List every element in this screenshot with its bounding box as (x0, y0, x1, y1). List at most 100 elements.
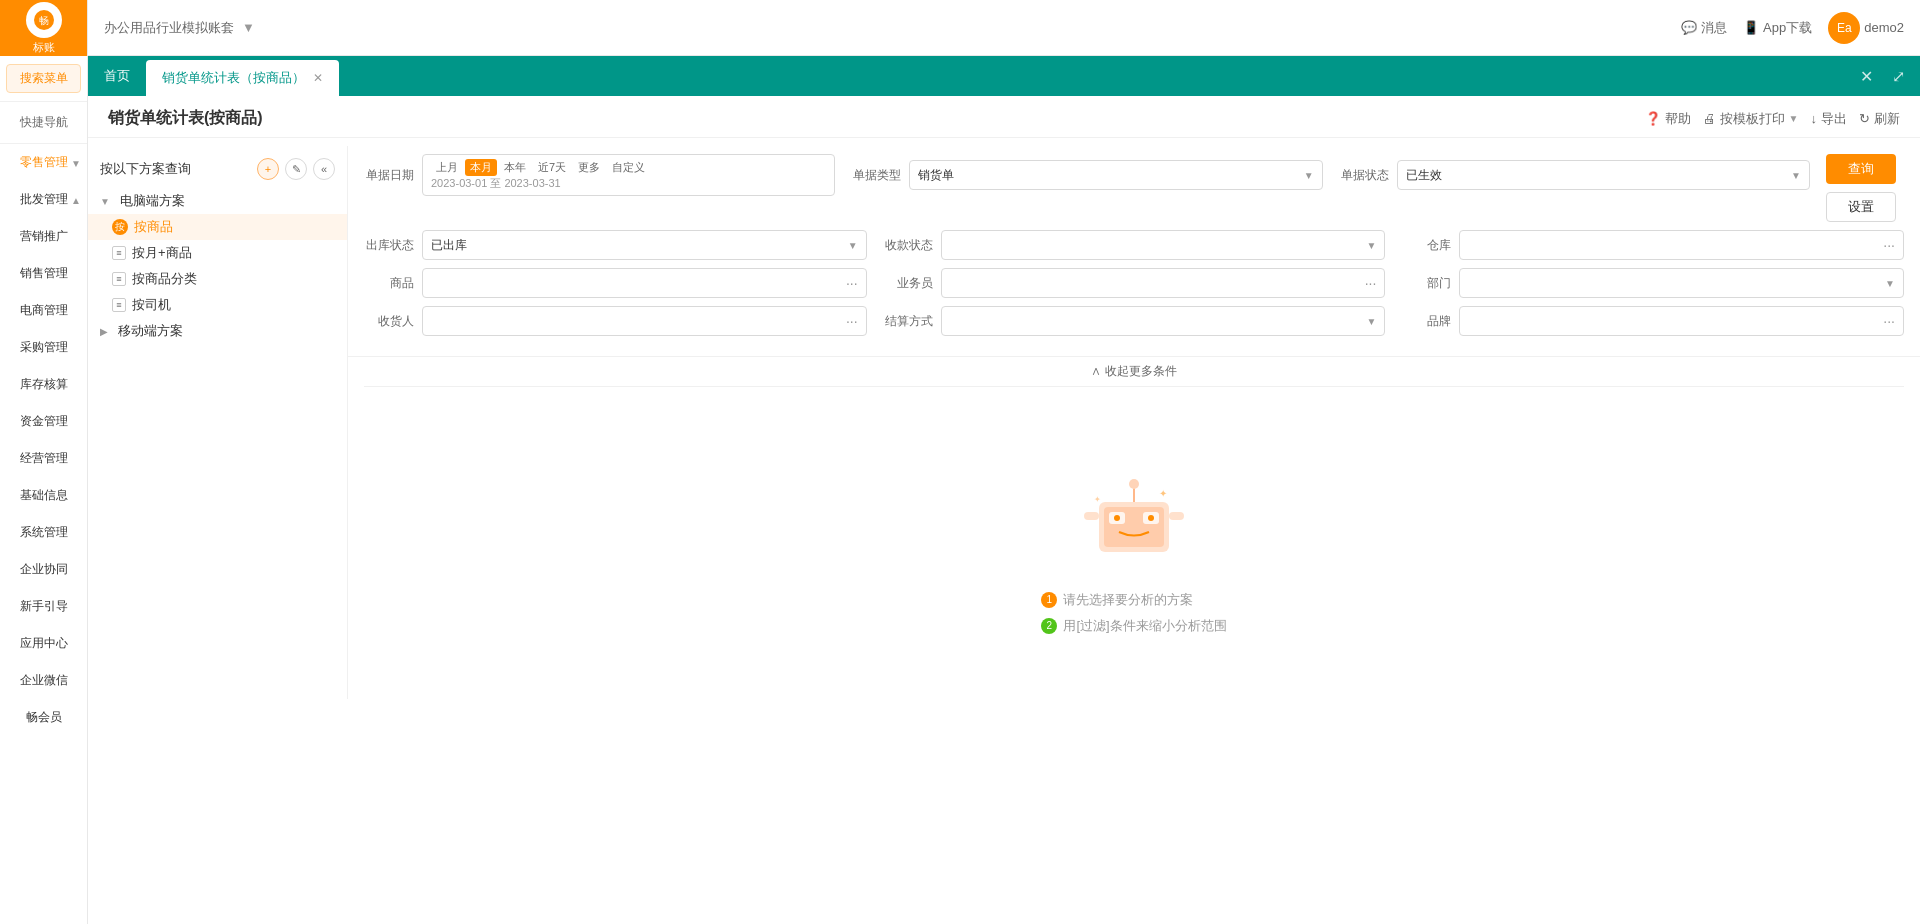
filter-field-receiver: 收货人 ··· (364, 306, 867, 336)
filter-field-doc-status: 单据状态 已生效 ▼ (1339, 154, 1810, 196)
company-dropdown-icon[interactable]: ▼ (242, 20, 255, 35)
warehouse-dots[interactable]: ··· (1883, 237, 1895, 253)
user-profile[interactable]: Ea demo2 (1828, 12, 1904, 44)
date-input[interactable]: 上月 本月 本年 近7天 更多 自定义 2023-03-01 至 2023-03… (422, 154, 835, 196)
sidebar-item-enterprise[interactable]: 企业协同 (0, 551, 87, 588)
tree-node-by-goods[interactable]: 按 按商品 (88, 214, 347, 240)
sidebar-item-system[interactable]: 系统管理 (0, 514, 87, 551)
sidebar-item-wechat[interactable]: 企业微信 (0, 662, 87, 699)
avatar-initials: Ea (1837, 21, 1852, 35)
this-year-btn[interactable]: 本年 (499, 159, 531, 176)
tree-node-pc[interactable]: ▼ 电脑端方案 (88, 188, 347, 214)
step2-text: 用[过滤]条件来缩小分析范围 (1063, 613, 1226, 639)
sidebar-item-apps[interactable]: 应用中心 (0, 625, 87, 662)
sidebar-item-retail[interactable]: 零售管理 ▼ (0, 144, 87, 181)
tree-node-mobile[interactable]: ▶ 移动端方案 (88, 318, 347, 344)
tab-close-window-button[interactable]: ✕ (1852, 62, 1880, 90)
download-icon: 📱 (1743, 20, 1759, 35)
refresh-button[interactable]: ↻ 刷新 (1859, 110, 1900, 128)
doc-status-label: 单据状态 (1339, 167, 1389, 184)
filter-area: 按以下方案查询 + ✎ « ▼ 电脑端方案 按 按商品 (88, 138, 1920, 707)
quick-nav-item[interactable]: 快捷导航 (0, 108, 87, 137)
doc-type-input[interactable]: 销货单 ▼ (909, 160, 1322, 190)
sub-icon-category: ≡ (112, 272, 126, 286)
edit-scheme-button[interactable]: ✎ (285, 158, 307, 180)
tab-home-label: 首页 (104, 67, 130, 85)
receiver-input[interactable]: ··· (422, 306, 867, 336)
tabbar-actions: ✕ ⤢ (1852, 62, 1920, 90)
app-download-button[interactable]: 📱 App下载 (1743, 19, 1812, 37)
collect-status-input[interactable]: ▼ (941, 230, 1386, 260)
goods-dots[interactable]: ··· (846, 275, 858, 291)
query-button[interactable]: 查询 (1826, 154, 1896, 184)
settings-button[interactable]: 设置 (1826, 192, 1896, 222)
settle-input[interactable]: ▼ (941, 306, 1386, 336)
receiver-dots[interactable]: ··· (846, 313, 858, 329)
last-month-btn[interactable]: 上月 (431, 159, 463, 176)
sidebar-item-member[interactable]: 畅会员 (0, 699, 87, 736)
sidebar-item-inventory[interactable]: 库存核算 (0, 366, 87, 403)
export-icon: ↓ (1811, 111, 1818, 126)
add-scheme-button[interactable]: + (257, 158, 279, 180)
collapse-sidebar-button[interactable]: « (313, 158, 335, 180)
filter-field-dept: 部门 ▼ (1401, 268, 1904, 298)
sidebar-item-newbie[interactable]: 新手引导 (0, 588, 87, 625)
sidebar-item-wholesale[interactable]: 批发管理 ▲ (0, 181, 87, 218)
this-month-btn[interactable]: 本月 (465, 159, 497, 176)
sidebar-item-purchase[interactable]: 采购管理 (0, 329, 87, 366)
brand-dots[interactable]: ··· (1883, 313, 1895, 329)
tree-label-pc: 电脑端方案 (120, 192, 185, 210)
svg-text:✦: ✦ (1159, 488, 1167, 499)
salesman-input[interactable]: ··· (941, 268, 1386, 298)
tab-sales-stat[interactable]: 销货单统计表（按商品） ✕ (146, 60, 339, 96)
help-button[interactable]: ❓ 帮助 (1645, 110, 1691, 128)
doc-status-value: 已生效 (1406, 167, 1442, 184)
salesman-dots[interactable]: ··· (1365, 275, 1377, 291)
goods-input[interactable]: ··· (422, 268, 867, 298)
empty-step-1: 1 请先选择要分析的方案 (1041, 587, 1226, 613)
custom-btn[interactable]: 自定义 (607, 159, 650, 176)
filter-row-1: 单据日期 上月 本月 本年 近7天 更多 自定义 (364, 154, 1904, 222)
sidebar-item-operations[interactable]: 经营管理 (0, 440, 87, 477)
doc-status-input[interactable]: 已生效 ▼ (1397, 160, 1810, 190)
tree-node-by-driver[interactable]: ≡ 按司机 (88, 292, 347, 318)
collapse-bar[interactable]: ∧ 收起更多条件 (348, 356, 1920, 386)
topbar-right: 💬 消息 📱 App下载 Ea demo2 (1681, 12, 1904, 44)
topbar: 办公用品行业模拟账套 ▼ 💬 消息 📱 App下载 Ea demo2 (88, 0, 1920, 56)
filter-field-brand: 品牌 ··· (1401, 306, 1904, 336)
newbie-label: 新手引导 (20, 598, 68, 615)
template-print-button[interactable]: 🖨 按模板打印 ▼ (1703, 110, 1799, 128)
search-menu-button[interactable]: 搜索菜单 (6, 64, 81, 93)
sidebar-item-finance[interactable]: 资金管理 (0, 403, 87, 440)
export-label: 导出 (1821, 110, 1847, 128)
doc-status-arrow: ▼ (1791, 170, 1801, 181)
content-area: 销货单统计表(按商品) ❓ 帮助 🖨 按模板打印 ▼ ↓ 导出 (88, 96, 1920, 924)
brand-input[interactable]: ··· (1459, 306, 1904, 336)
tab-home[interactable]: 首页 (88, 56, 146, 96)
last-7-days-btn[interactable]: 近7天 (533, 159, 571, 176)
sidebar-item-basics[interactable]: 基础信息 (0, 477, 87, 514)
out-status-input[interactable]: 已出库 ▼ (422, 230, 867, 260)
sidebar-item-ecommerce[interactable]: 电商管理 (0, 292, 87, 329)
warehouse-input[interactable]: ··· (1459, 230, 1904, 260)
tab-close-icon[interactable]: ✕ (313, 71, 323, 85)
more-btn[interactable]: 更多 (573, 159, 605, 176)
wholesale-label: 批发管理 (20, 191, 68, 208)
filter-row-4: 收货人 ··· 结算方式 ▼ (364, 306, 1904, 336)
export-button[interactable]: ↓ 导出 (1811, 110, 1848, 128)
doc-type-value: 销货单 (918, 167, 954, 184)
sidebar-item-marketing[interactable]: 营销推广 (0, 218, 87, 255)
tree-node-by-category[interactable]: ≡ 按商品分类 (88, 266, 347, 292)
empty-step-2: 2 用[过滤]条件来缩小分析范围 (1041, 613, 1226, 639)
tree-node-by-month-goods[interactable]: ≡ 按月+商品 (88, 240, 347, 266)
dept-input[interactable]: ▼ (1459, 268, 1904, 298)
sales-label: 销售管理 (20, 265, 68, 282)
expand-icon-2: ▲ (71, 194, 81, 205)
filter-field-goods: 商品 ··· (364, 268, 867, 298)
logo[interactable]: 畅 标账 (0, 0, 87, 56)
messages-button[interactable]: 💬 消息 (1681, 19, 1727, 37)
page-title: 销货单统计表(按商品) (108, 108, 263, 129)
sidebar-item-sales[interactable]: 销售管理 (0, 255, 87, 292)
date-quick-buttons: 上月 本月 本年 近7天 更多 自定义 (431, 159, 650, 176)
tab-maximize-button[interactable]: ⤢ (1884, 62, 1912, 90)
